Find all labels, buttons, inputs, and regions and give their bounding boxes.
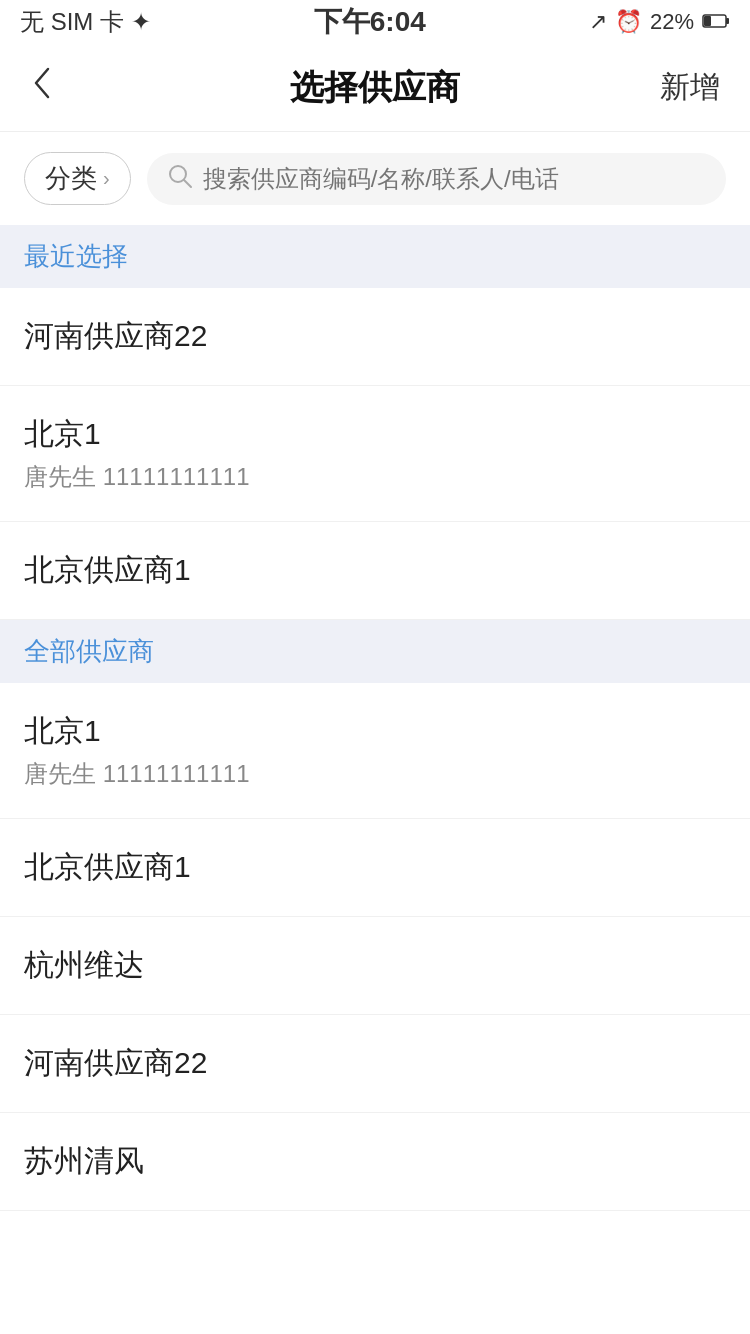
nav-bar: 选择供应商 新增 xyxy=(0,44,750,132)
svg-rect-2 xyxy=(704,16,711,26)
item-name: 北京1 xyxy=(24,711,726,752)
battery-text: 22% xyxy=(650,9,694,35)
status-time: 下午6:04 xyxy=(314,3,426,41)
svg-rect-1 xyxy=(726,18,729,24)
item-name: 北京供应商1 xyxy=(24,550,726,591)
search-bar[interactable] xyxy=(147,153,726,205)
list-item[interactable]: 北京供应商1 xyxy=(0,819,750,917)
back-button[interactable] xyxy=(30,63,90,112)
alarm-icon: ⏰ xyxy=(615,9,642,35)
chevron-right-icon: › xyxy=(103,167,110,190)
list-item[interactable]: 北京供应商1 xyxy=(0,522,750,620)
status-left: 无 SIM 卡 ✦ xyxy=(20,6,151,38)
recent-section-label: 最近选择 xyxy=(24,241,128,271)
page-title: 选择供应商 xyxy=(290,65,460,111)
recent-items-list: 河南供应商22 北京1 唐先生 11111111111 北京供应商1 xyxy=(0,288,750,620)
add-button[interactable]: 新增 xyxy=(660,67,720,108)
list-item[interactable]: 杭州维达 xyxy=(0,917,750,1015)
search-icon xyxy=(167,163,193,195)
category-label: 分类 xyxy=(45,161,97,196)
battery-icon xyxy=(702,9,730,35)
location-icon: ↗ xyxy=(589,9,607,35)
item-name: 北京1 xyxy=(24,414,726,455)
item-name: 杭州维达 xyxy=(24,945,726,986)
recent-section-header: 最近选择 xyxy=(0,225,750,288)
sim-status: 无 SIM 卡 ✦ xyxy=(20,6,151,38)
all-section-header: 全部供应商 xyxy=(0,620,750,683)
item-name: 河南供应商22 xyxy=(24,316,726,357)
list-item[interactable]: 北京1 唐先生 11111111111 xyxy=(0,386,750,522)
list-item[interactable]: 河南供应商22 xyxy=(0,288,750,386)
filter-bar: 分类 › xyxy=(0,132,750,225)
item-sub: 唐先生 11111111111 xyxy=(24,461,726,493)
item-name: 苏州清风 xyxy=(24,1141,726,1182)
all-section-label: 全部供应商 xyxy=(24,636,154,666)
status-right: ↗ ⏰ 22% xyxy=(589,9,730,35)
item-name: 北京供应商1 xyxy=(24,847,726,888)
item-sub: 唐先生 11111111111 xyxy=(24,758,726,790)
all-items-list: 北京1 唐先生 11111111111 北京供应商1 杭州维达河南供应商22 苏州清风 xyxy=(0,683,750,1211)
list-item[interactable]: 苏州清风 xyxy=(0,1113,750,1211)
list-item[interactable]: 河南供应商22 xyxy=(0,1015,750,1113)
search-input[interactable] xyxy=(203,165,706,193)
category-filter[interactable]: 分类 › xyxy=(24,152,131,205)
svg-line-4 xyxy=(184,180,191,187)
item-name: 河南供应商22 xyxy=(24,1043,726,1084)
list-item[interactable]: 北京1 唐先生 11111111111 xyxy=(0,683,750,819)
status-bar: 无 SIM 卡 ✦ 下午6:04 ↗ ⏰ 22% xyxy=(0,0,750,44)
